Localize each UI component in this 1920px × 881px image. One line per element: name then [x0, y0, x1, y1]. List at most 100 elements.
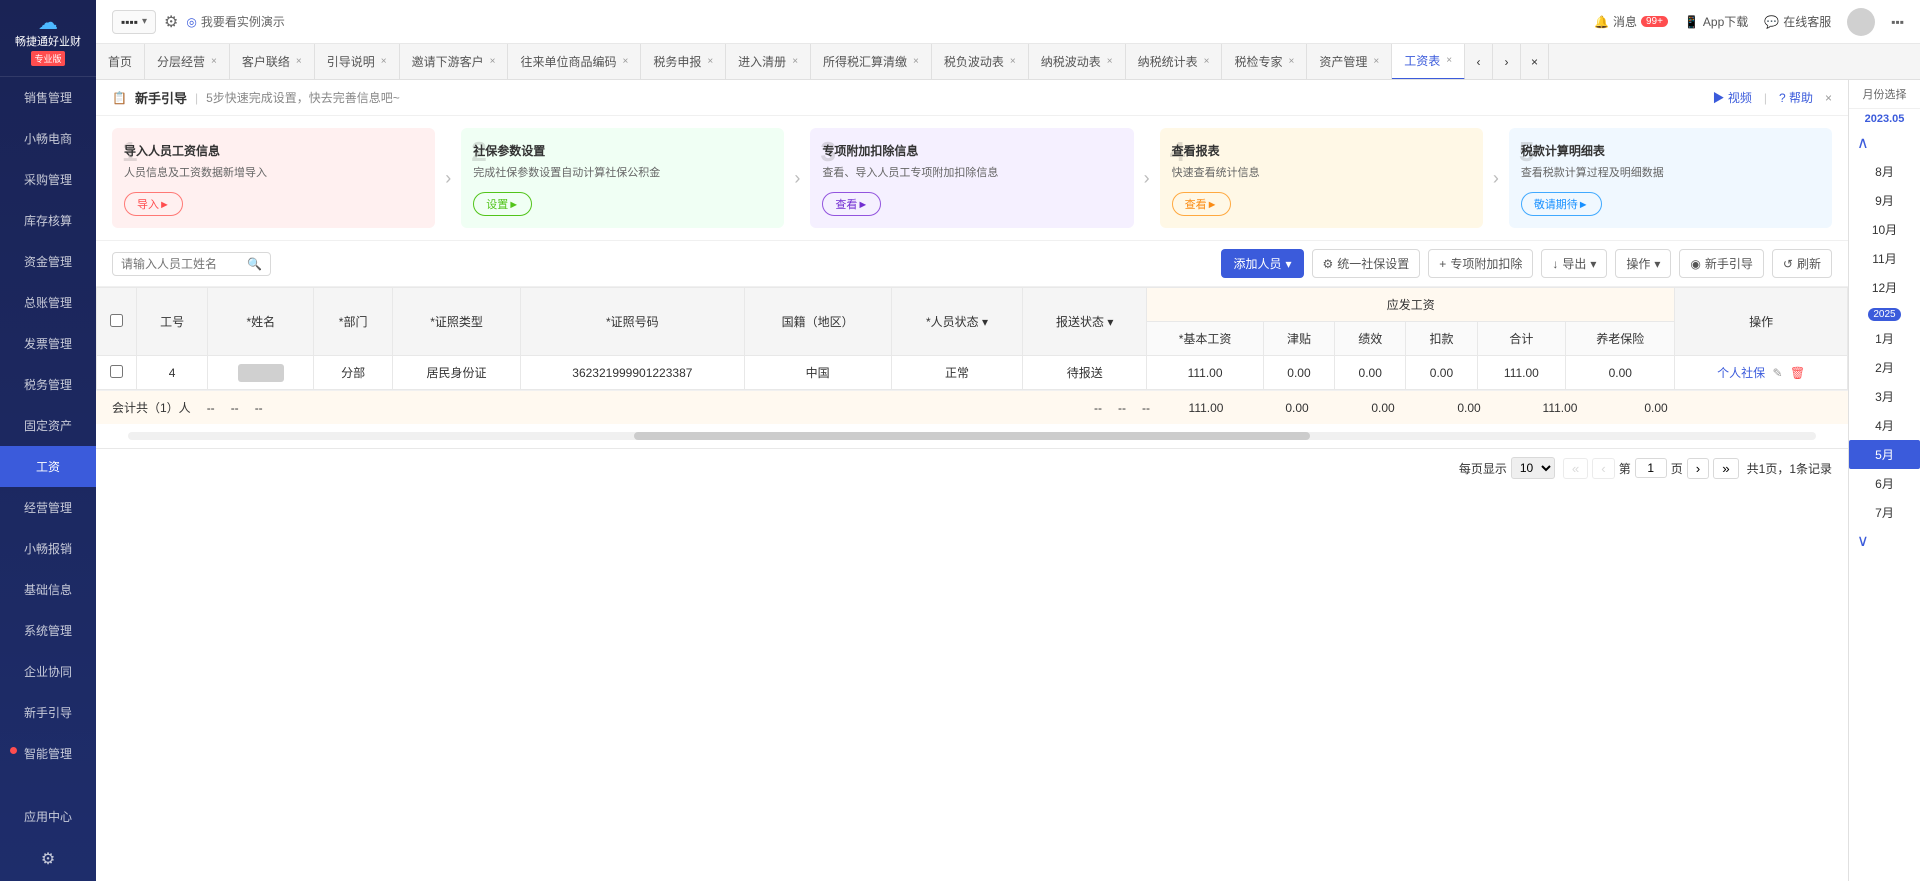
- message-btn[interactable]: 🔔 消息 99+: [1594, 13, 1668, 30]
- video-btn[interactable]: ▶ 视频: [1712, 89, 1751, 106]
- close-icon[interactable]: ×: [296, 56, 302, 67]
- add-person-btn[interactable]: 添加人员 ▾: [1221, 249, 1303, 278]
- month-down-btn[interactable]: ∨: [1853, 529, 1873, 553]
- month-btn-9[interactable]: 9月: [1849, 186, 1920, 215]
- close-icon[interactable]: ×: [1288, 56, 1294, 67]
- edit-icon[interactable]: ✎: [1773, 366, 1783, 380]
- close-icon[interactable]: ×: [490, 56, 496, 67]
- step-btn-4[interactable]: 查看►: [1172, 192, 1231, 216]
- page-input[interactable]: [1635, 458, 1667, 478]
- tab-close-all-btn[interactable]: ×: [1521, 44, 1549, 80]
- tab-tax-report[interactable]: 税务申报 ×: [641, 44, 726, 80]
- step-btn-1[interactable]: 导入►: [124, 192, 183, 216]
- tab-tax-stat[interactable]: 纳税波动表 ×: [1029, 44, 1126, 80]
- sidebar-item-smart[interactable]: 智能管理: [0, 733, 96, 774]
- step-btn-5[interactable]: 敬请期待►: [1521, 192, 1602, 216]
- tab-guide[interactable]: 引导说明 ×: [315, 44, 400, 80]
- month-btn-8[interactable]: 8月: [1849, 157, 1920, 186]
- filter-icon[interactable]: ▾: [1107, 315, 1113, 329]
- export-btn[interactable]: ↓ 导出 ▾: [1541, 249, 1607, 278]
- sidebar-item-crm[interactable]: 小畅报销: [0, 528, 96, 569]
- sidebar-item-ledger[interactable]: 总账管理: [0, 282, 96, 323]
- close-icon[interactable]: ×: [1373, 56, 1379, 67]
- sidebar-settings-btn[interactable]: ⚙: [0, 837, 96, 881]
- per-page-selector[interactable]: 10 20 50: [1511, 457, 1555, 479]
- gear-settings-icon[interactable]: ⚙: [164, 12, 178, 32]
- sidebar-item-sales[interactable]: 销售管理: [0, 77, 96, 118]
- app-download-btn[interactable]: 📱 App下载: [1684, 13, 1748, 30]
- month-up-btn[interactable]: ∧: [1853, 131, 1873, 155]
- close-icon[interactable]: ×: [1446, 55, 1452, 66]
- step-btn-2[interactable]: 设置►: [473, 192, 532, 216]
- first-page-btn[interactable]: «: [1563, 458, 1588, 479]
- tab-tax-expert[interactable]: 税检专家 ×: [1222, 44, 1307, 80]
- sidebar-item-basic[interactable]: 基础信息: [0, 569, 96, 610]
- month-btn-11[interactable]: 11月: [1849, 244, 1920, 273]
- tab-asset-mgmt[interactable]: 资产管理 ×: [1307, 44, 1392, 80]
- select-all-checkbox[interactable]: [110, 314, 123, 327]
- tab-payroll[interactable]: 工资表 ×: [1392, 44, 1465, 80]
- tab-tax-exempt[interactable]: 税负波动表 ×: [932, 44, 1029, 80]
- tab-customer[interactable]: 客户联络 ×: [230, 44, 315, 80]
- month-btn-12[interactable]: 12月: [1849, 273, 1920, 302]
- action-personal-social[interactable]: 个人社保: [1717, 366, 1765, 380]
- sidebar-item-system[interactable]: 系统管理: [0, 610, 96, 651]
- demo-link[interactable]: ◎ 我要看实例演示: [186, 13, 285, 30]
- sidebar-item-purchase[interactable]: 采购管理: [0, 159, 96, 200]
- close-icon[interactable]: ×: [707, 56, 713, 67]
- new-guide-btn[interactable]: ◉ 新手引导: [1679, 249, 1764, 278]
- tab-product-code[interactable]: 往来单位商品编码 ×: [508, 44, 641, 80]
- search-input[interactable]: [121, 257, 241, 271]
- settings-btn[interactable]: ⚙ 统一社保设置: [1312, 249, 1421, 278]
- tab-home[interactable]: 首页: [96, 44, 145, 80]
- sidebar-item-app-center[interactable]: 应用中心: [0, 796, 96, 837]
- close-guide-btn[interactable]: ×: [1825, 91, 1832, 105]
- next-page-btn[interactable]: ›: [1687, 458, 1709, 479]
- close-icon[interactable]: ×: [792, 56, 798, 67]
- close-icon[interactable]: ×: [913, 56, 919, 67]
- tab-prev-btn[interactable]: ‹: [1465, 44, 1493, 80]
- month-btn-4[interactable]: 4月: [1849, 411, 1920, 440]
- search-icon[interactable]: 🔍: [247, 257, 262, 271]
- sidebar-item-enterprise[interactable]: 企业协同: [0, 651, 96, 692]
- row-checkbox[interactable]: [110, 365, 123, 378]
- month-btn-7[interactable]: 7月: [1849, 498, 1920, 527]
- tab-layered[interactable]: 分层经营 ×: [145, 44, 230, 80]
- scrollbar-thumb[interactable]: [634, 432, 1309, 440]
- month-btn-10[interactable]: 10月: [1849, 215, 1920, 244]
- special-deduction-btn[interactable]: + 专项附加扣除: [1428, 249, 1533, 278]
- sidebar-item-invoice[interactable]: 发票管理: [0, 323, 96, 364]
- help-btn[interactable]: ? 帮助: [1779, 89, 1813, 106]
- close-icon[interactable]: ×: [381, 56, 387, 67]
- close-icon[interactable]: ×: [622, 56, 628, 67]
- month-btn-1[interactable]: 1月: [1849, 324, 1920, 353]
- sidebar-item-capital[interactable]: 资金管理: [0, 241, 96, 282]
- tab-invite[interactable]: 邀请下游客户 ×: [400, 44, 509, 80]
- user-avatar[interactable]: [1847, 8, 1875, 36]
- search-box[interactable]: 🔍: [112, 252, 271, 276]
- sidebar-item-inventory[interactable]: 库存核算: [0, 200, 96, 241]
- sidebar-item-payroll[interactable]: 工资: [0, 446, 96, 487]
- tab-next-btn[interactable]: ›: [1493, 44, 1521, 80]
- step-btn-3[interactable]: 查看►: [822, 192, 881, 216]
- sidebar-item-assets[interactable]: 固定资产: [0, 405, 96, 446]
- tab-tax-calc[interactable]: 所得税汇算清缴 ×: [811, 44, 932, 80]
- sidebar-item-ecommerce[interactable]: 小畅电商: [0, 118, 96, 159]
- action-btn[interactable]: 操作 ▾: [1615, 249, 1671, 278]
- delete-icon[interactable]: 🗑: [1790, 366, 1805, 380]
- close-icon[interactable]: ×: [1204, 56, 1210, 67]
- refresh-btn[interactable]: ↺ 刷新: [1772, 249, 1832, 278]
- last-page-btn[interactable]: »: [1713, 458, 1738, 479]
- month-btn-6[interactable]: 6月: [1849, 469, 1920, 498]
- close-icon[interactable]: ×: [211, 56, 217, 67]
- sidebar-item-guide[interactable]: 新手引导: [0, 692, 96, 733]
- prev-page-btn[interactable]: ‹: [1592, 458, 1614, 479]
- user-selector[interactable]: ▪▪▪▪ ▾: [112, 10, 156, 34]
- tab-clear[interactable]: 进入清册 ×: [726, 44, 811, 80]
- close-icon[interactable]: ×: [1107, 56, 1113, 67]
- month-btn-3[interactable]: 3月: [1849, 382, 1920, 411]
- sidebar-item-tax[interactable]: 税务管理: [0, 364, 96, 405]
- month-btn-2[interactable]: 2月: [1849, 353, 1920, 382]
- filter-icon[interactable]: ▾: [982, 315, 988, 329]
- tab-tax-stat2[interactable]: 纳税统计表 ×: [1126, 44, 1223, 80]
